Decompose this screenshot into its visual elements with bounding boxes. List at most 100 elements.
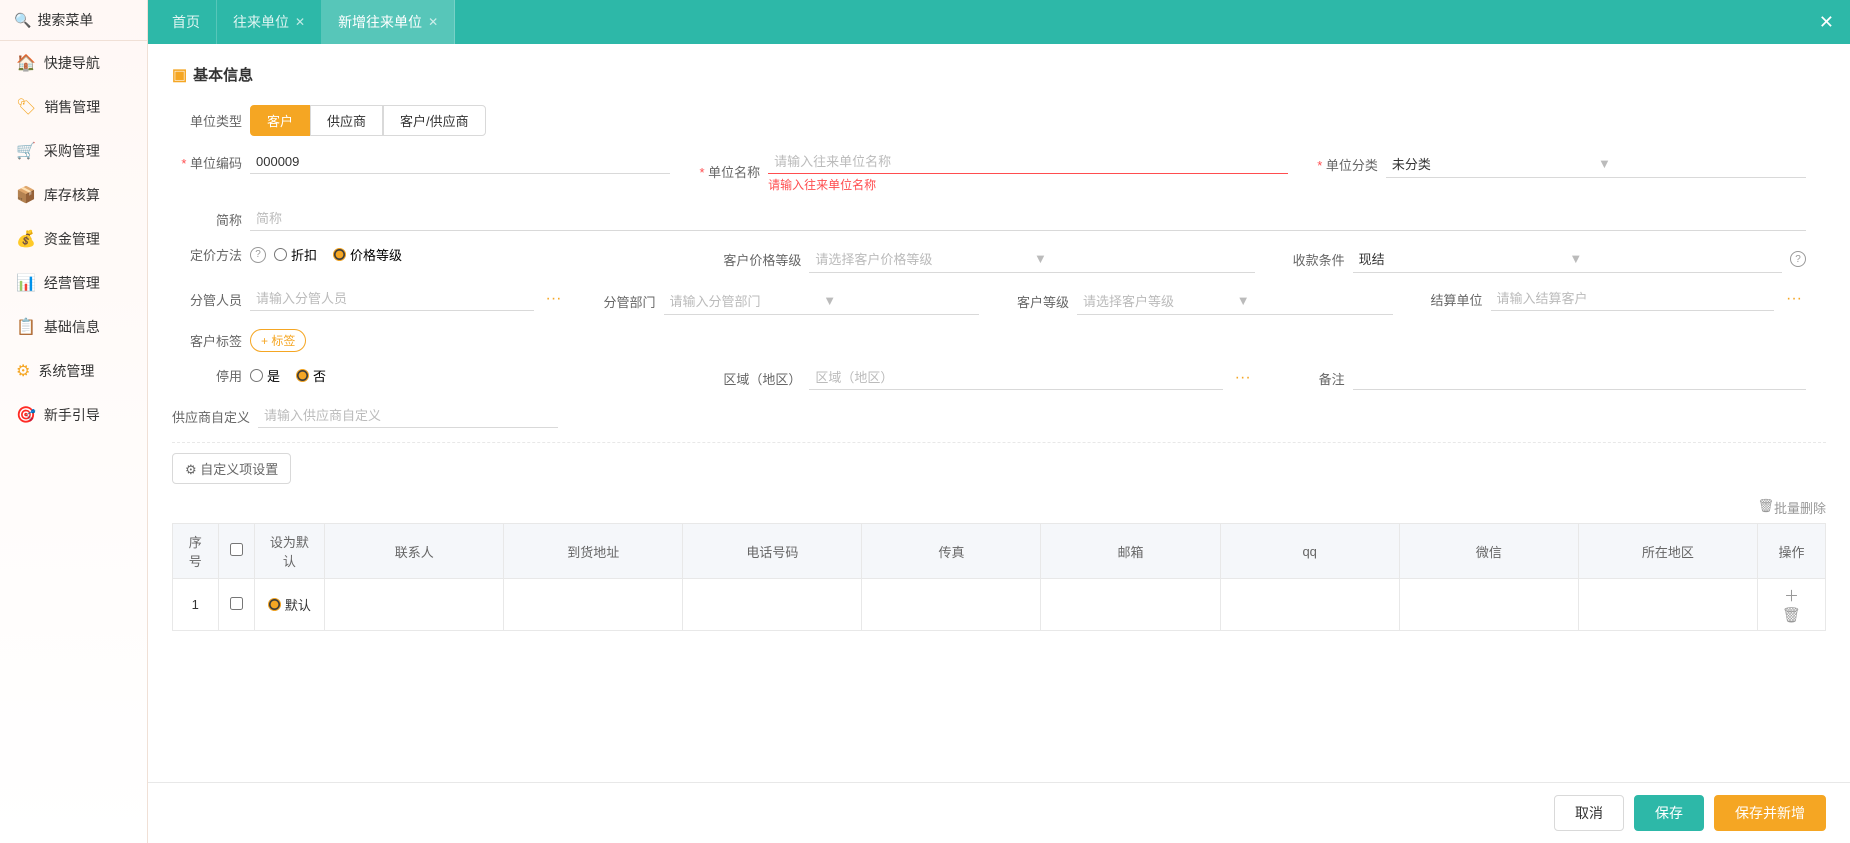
tab-partners[interactable]: 往来单位 ✕ bbox=[217, 0, 322, 44]
sidebar-item-guide[interactable]: 🎯 新手引导 bbox=[0, 393, 147, 437]
row-check[interactable] bbox=[230, 597, 243, 610]
sidebar-item-operations[interactable]: 📊 经营管理 bbox=[0, 261, 147, 305]
price-level-field: 客户价格等级 请选择客户价格等级 ▼ bbox=[723, 245, 1274, 273]
batch-delete-area: 🗑 批量删除 bbox=[172, 498, 1826, 517]
email-input[interactable] bbox=[1051, 597, 1209, 612]
department-select[interactable]: 请输入分管部门 ▼ bbox=[664, 287, 980, 315]
row-address[interactable] bbox=[504, 579, 683, 631]
save-new-button[interactable]: 保存并新增 bbox=[1714, 795, 1826, 831]
row-region[interactable] bbox=[1578, 579, 1757, 631]
short-name-input[interactable] bbox=[250, 207, 1806, 231]
unit-category-select[interactable]: 未分类 ▼ bbox=[1386, 150, 1806, 178]
select-all-checkbox[interactable] bbox=[230, 543, 243, 556]
tab-new-partner[interactable]: 新增往来单位 ✕ bbox=[322, 0, 455, 44]
pricing-help-icon[interactable]: ? bbox=[250, 247, 266, 263]
fax-input[interactable] bbox=[872, 597, 1030, 612]
region-row-input[interactable] bbox=[1589, 597, 1747, 612]
payment-terms-select[interactable]: 现结 ▼ bbox=[1353, 245, 1782, 273]
batch-delete-label[interactable]: 批量删除 bbox=[1774, 498, 1826, 517]
sidebar-item-purchase[interactable]: 🛒 采购管理 bbox=[0, 129, 147, 173]
unit-category-label: 单位分类 bbox=[1308, 155, 1378, 174]
row-phone[interactable] bbox=[683, 579, 862, 631]
disabled-yes-option[interactable]: 是 bbox=[250, 366, 280, 385]
unit-type-customer-btn[interactable]: 客户 bbox=[250, 105, 310, 136]
cancel-button[interactable]: 取消 bbox=[1554, 795, 1624, 831]
row-contact[interactable] bbox=[325, 579, 504, 631]
unit-name-field: 单位名称 请输入往来单位名称 bbox=[690, 150, 1308, 193]
settlement-input[interactable] bbox=[1491, 287, 1775, 311]
remark-input[interactable] bbox=[1353, 366, 1806, 390]
payment-help-icon[interactable]: ? bbox=[1790, 251, 1806, 267]
row-wechat[interactable] bbox=[1399, 579, 1578, 631]
unit-name-input[interactable] bbox=[768, 150, 1288, 174]
section-title: 基本信息 bbox=[193, 64, 253, 85]
tabbar-close-all[interactable]: ✕ bbox=[1811, 12, 1842, 33]
settlement-more-btn[interactable]: ··· bbox=[1782, 290, 1806, 308]
address-input[interactable] bbox=[514, 597, 672, 612]
col-seq: 序号 bbox=[173, 524, 219, 579]
row-delete-btn[interactable]: 🗑 bbox=[1779, 607, 1804, 624]
custom-settings-button[interactable]: ⚙ 自定义项设置 bbox=[172, 453, 291, 484]
tab-partners-close[interactable]: ✕ bbox=[295, 15, 305, 29]
col-actions: 操作 bbox=[1757, 524, 1825, 579]
supplier-custom-field: 供应商自定义 bbox=[172, 404, 1826, 428]
col-fax: 传真 bbox=[862, 524, 1041, 579]
unit-code-input[interactable] bbox=[250, 150, 670, 174]
pricing-level-option[interactable]: 价格等级 bbox=[333, 245, 402, 264]
tab-home[interactable]: 首页 bbox=[156, 0, 217, 44]
col-email: 邮箱 bbox=[1041, 524, 1220, 579]
sidebar-item-sales[interactable]: 🏷 销售管理 bbox=[0, 85, 147, 129]
phone-input[interactable] bbox=[693, 597, 851, 612]
customer-level-dropdown-icon: ▼ bbox=[1237, 293, 1387, 308]
row-email[interactable] bbox=[1041, 579, 1220, 631]
save-button[interactable]: 保存 bbox=[1634, 795, 1704, 831]
qq-input[interactable] bbox=[1231, 597, 1389, 612]
sidebar-purchase-label: 采购管理 bbox=[44, 141, 100, 161]
department-field: 分管部门 请输入分管部门 ▼ bbox=[586, 287, 1000, 315]
sidebar-item-finance[interactable]: 💰 资金管理 bbox=[0, 217, 147, 261]
col-check[interactable] bbox=[218, 524, 254, 579]
row-qq[interactable] bbox=[1220, 579, 1399, 631]
unit-type-supplier-btn[interactable]: 供应商 bbox=[310, 105, 383, 136]
region-input[interactable] bbox=[809, 366, 1222, 390]
contact-input[interactable] bbox=[335, 597, 493, 612]
region-field: 区域（地区） ··· bbox=[723, 366, 1274, 390]
disabled-yes-radio[interactable] bbox=[250, 369, 263, 382]
unit-code-field: 单位编码 bbox=[172, 150, 690, 174]
manager-input[interactable] bbox=[250, 287, 534, 311]
supplier-custom-input[interactable] bbox=[258, 404, 558, 428]
unit-type-both-btn[interactable]: 客户/供应商 bbox=[383, 105, 486, 136]
tag-add-button[interactable]: + 标签 bbox=[250, 329, 306, 352]
tag-label: 客户标签 bbox=[172, 331, 242, 350]
form-divider bbox=[172, 442, 1826, 443]
row-default-radio[interactable] bbox=[268, 598, 281, 611]
disabled-no-option[interactable]: 否 bbox=[296, 366, 326, 385]
sidebar-search[interactable]: 🔍 搜索菜单 bbox=[0, 0, 147, 41]
region-more-btn[interactable]: ··· bbox=[1231, 369, 1255, 387]
tab-partners-label: 往来单位 bbox=[233, 12, 289, 32]
disabled-no-radio[interactable] bbox=[296, 369, 309, 382]
tab-new-partner-close[interactable]: ✕ bbox=[428, 15, 438, 29]
wechat-input[interactable] bbox=[1410, 597, 1568, 612]
row-default-radio-label[interactable]: 默认 bbox=[265, 595, 315, 614]
sidebar-item-quick-nav[interactable]: 🏠 快捷导航 bbox=[0, 41, 147, 85]
settlement-field: 结算单位 ··· bbox=[1413, 287, 1827, 311]
sidebar-item-inventory[interactable]: 📦 库存核算 bbox=[0, 173, 147, 217]
section-header: ▣ 基本信息 bbox=[172, 64, 1826, 85]
pricing-level-radio[interactable] bbox=[333, 248, 346, 261]
price-level-select[interactable]: 请选择客户价格等级 ▼ bbox=[809, 245, 1254, 273]
row-add-btn[interactable]: ＋ bbox=[1781, 588, 1802, 605]
sidebar-item-system[interactable]: ⚙ 系统管理 bbox=[0, 349, 147, 393]
row-default[interactable]: 默认 bbox=[254, 579, 325, 631]
row-checkbox[interactable] bbox=[218, 579, 254, 631]
pricing-label: 定价方法 bbox=[172, 245, 242, 264]
customer-level-select[interactable]: 请选择客户等级 ▼ bbox=[1077, 287, 1393, 315]
sidebar-operations-label: 经营管理 bbox=[44, 273, 100, 293]
pricing-discount-option[interactable]: 折扣 bbox=[274, 245, 317, 264]
system-icon: ⚙ bbox=[16, 361, 30, 381]
manager-more-btn[interactable]: ··· bbox=[542, 290, 566, 308]
pricing-discount-radio[interactable] bbox=[274, 248, 287, 261]
row-fax[interactable] bbox=[862, 579, 1041, 631]
col-contact: 联系人 bbox=[325, 524, 504, 579]
sidebar-item-basic[interactable]: 📋 基础信息 bbox=[0, 305, 147, 349]
